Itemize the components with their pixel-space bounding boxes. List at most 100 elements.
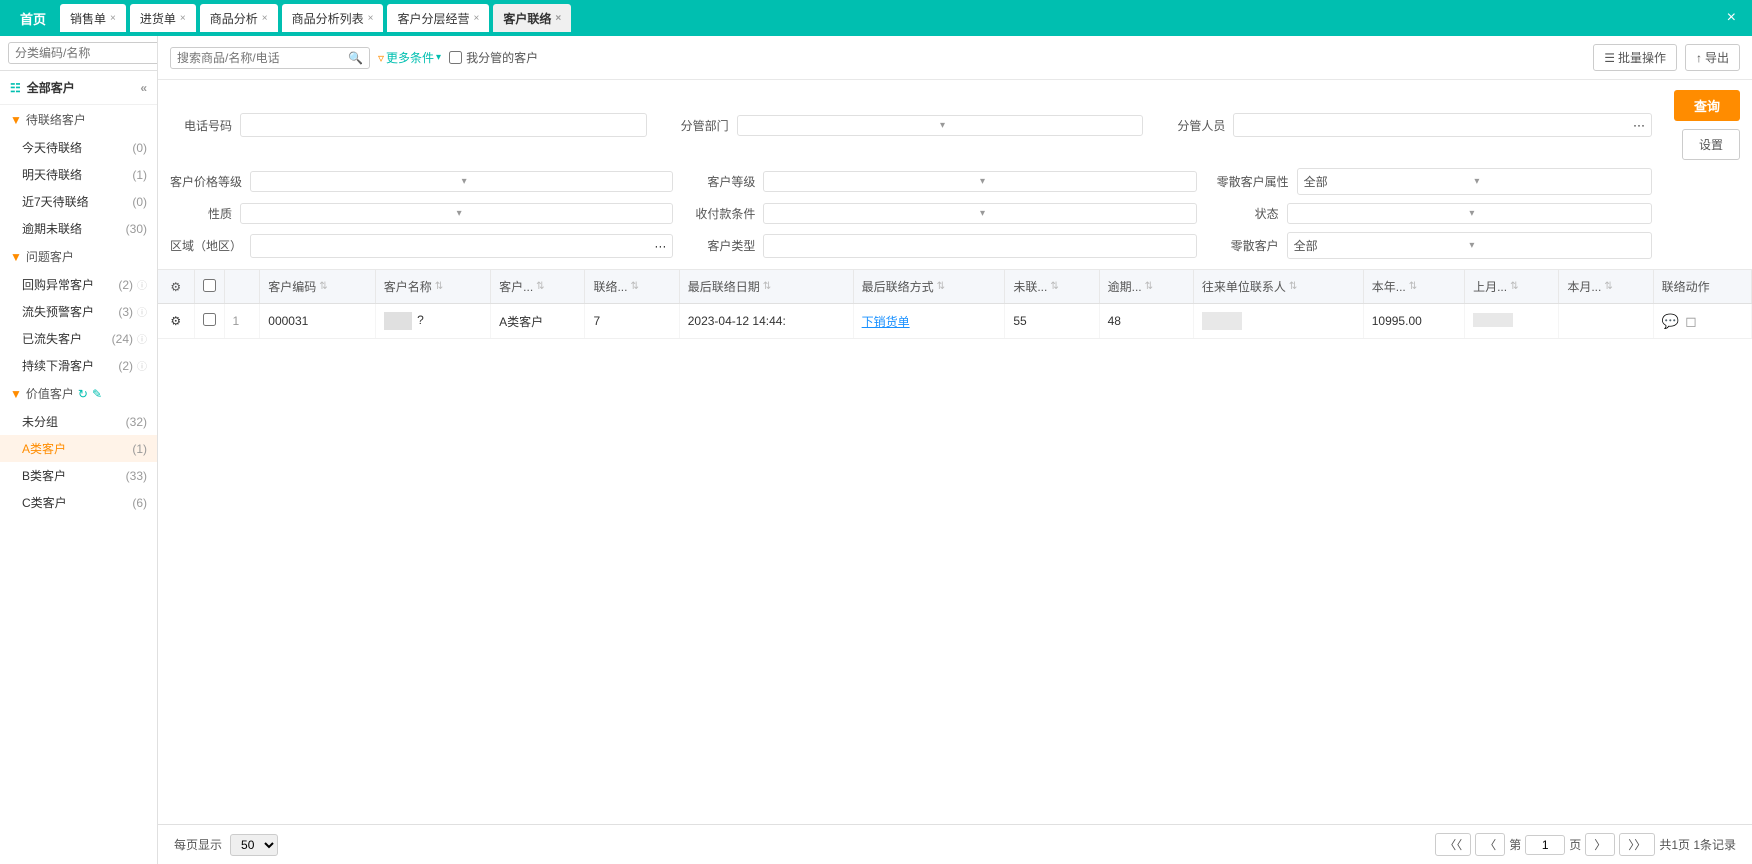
sidebar-item-class-c[interactable]: C类客户 (6) — [0, 489, 157, 516]
sort-icon-not-contacted: ⇅ — [1050, 281, 1058, 292]
sidebar-item-ungrouped[interactable]: 未分组 (32) — [0, 408, 157, 435]
th-contact[interactable]: 联络... ⇅ — [585, 270, 679, 304]
sidebar-item-overdue[interactable]: 逾期未联络 (30) — [0, 215, 157, 242]
setting-button[interactable]: 设置 — [1682, 129, 1740, 160]
close-tab-segment[interactable]: × — [473, 13, 479, 24]
sidebar-item-today[interactable]: 今天待联络 (0) — [0, 134, 157, 161]
section-problem-customers[interactable]: ▼ 问题客户 — [0, 242, 157, 271]
first-page-button[interactable]: 〈〈 — [1435, 833, 1471, 856]
close-tab-product[interactable]: × — [262, 13, 268, 24]
info-icon-4: ⓘ — [137, 358, 147, 373]
sidebar-all-customers-header[interactable]: ☷ 全部客户 « — [0, 71, 157, 105]
action-link-icon[interactable]: ◻ — [1685, 313, 1697, 330]
section-pending-contact[interactable]: ▼ 待联络客户 — [0, 105, 157, 134]
row-last-method[interactable]: 下销货单 — [853, 304, 1005, 339]
unit-contact-placeholder — [1202, 312, 1242, 330]
filter-search-icon[interactable]: 🔍 — [348, 51, 363, 65]
filter-search-input[interactable] — [177, 51, 348, 65]
sidebar-item-repurchase-abnormal[interactable]: 回购异常客户 (2) ⓘ — [0, 271, 157, 298]
sidebar-item-churn-warning[interactable]: 流失预警客户 (3) ⓘ — [0, 298, 157, 325]
tab-customer-contact[interactable]: 客户联络 × — [493, 4, 571, 32]
close-tab-purchase[interactable]: × — [180, 13, 186, 24]
select-payment[interactable]: ▾ — [763, 203, 1196, 224]
select-price-level[interactable]: ▾ — [250, 171, 673, 192]
sidebar-search-input[interactable] — [8, 42, 158, 64]
th-code[interactable]: 客户编码 ⇅ — [260, 270, 375, 304]
input-customer-type[interactable] — [763, 234, 1196, 258]
phone-input[interactable] — [247, 118, 640, 132]
th-check[interactable] — [194, 270, 224, 304]
close-tab-sales[interactable]: × — [110, 13, 116, 24]
select-retail-attr[interactable]: 全部 ▾ — [1297, 168, 1652, 195]
window-close-button[interactable]: × — [1719, 9, 1744, 27]
row-code[interactable]: 000031 — [260, 304, 375, 339]
dots-manager[interactable]: ··· — [1633, 118, 1645, 132]
input-phone[interactable] — [240, 113, 647, 137]
sort-icon-last-month: ⇅ — [1510, 281, 1518, 292]
select-all-checkbox[interactable] — [203, 279, 216, 292]
th-no — [224, 270, 260, 304]
th-last-month[interactable]: 上月... ⇅ — [1465, 270, 1559, 304]
query-button[interactable]: 查询 — [1674, 90, 1740, 121]
th-not-contacted[interactable]: 未联... ⇅ — [1005, 270, 1099, 304]
close-tab-product-list[interactable]: × — [368, 13, 374, 24]
th-overdue[interactable]: 逾期... ⇅ — [1099, 270, 1193, 304]
input-manager[interactable]: ··· — [1233, 113, 1652, 137]
manager-input[interactable] — [1240, 118, 1633, 132]
th-last-method[interactable]: 最后联络方式 ⇅ — [853, 270, 1005, 304]
customer-type-input[interactable] — [770, 239, 1189, 253]
th-type[interactable]: 客户... ⇅ — [491, 270, 585, 304]
field-customer-type: 客户类型 — [693, 234, 1216, 258]
close-tab-contact[interactable]: × — [555, 13, 561, 24]
filter-more-button[interactable]: ▿ 更多条件 ▾ — [378, 49, 441, 66]
prev-page-button[interactable]: 〈 — [1475, 833, 1505, 856]
last-page-button[interactable]: 〉〉 — [1619, 833, 1655, 856]
th-gear[interactable]: ⚙ — [158, 270, 194, 304]
caret-down-icon: ▾ — [436, 52, 441, 63]
sort-icon-unit: ⇅ — [1289, 281, 1297, 292]
sidebar-item-7days[interactable]: 近7天待联络 (0) — [0, 188, 157, 215]
select-status[interactable]: ▾ — [1287, 203, 1652, 224]
sidebar-item-class-a[interactable]: A类客户 (1) — [0, 435, 157, 462]
next-page-button[interactable]: 〉 — [1585, 833, 1615, 856]
select-retail-customer[interactable]: 全部 ▾ — [1287, 232, 1652, 259]
tab-product-analysis[interactable]: 商品分析 × — [200, 4, 278, 32]
th-this-year[interactable]: 本年... ⇅ — [1363, 270, 1464, 304]
input-region[interactable]: ··· — [250, 234, 673, 258]
tab-product-analysis-list[interactable]: 商品分析列表 × — [282, 4, 384, 32]
th-last-date[interactable]: 最后联络日期 ⇅ — [679, 270, 853, 304]
nav-home[interactable]: 首页 — [8, 0, 58, 36]
my-customers-check[interactable] — [449, 51, 462, 64]
th-name[interactable]: 客户名称 ⇅ — [375, 270, 490, 304]
batch-ops-button[interactable]: ☰ 批量操作 — [1593, 44, 1677, 71]
edit-icon[interactable]: ✎ — [92, 387, 102, 401]
row-actions: 💬 ◻ — [1653, 304, 1751, 339]
action-chat-icon[interactable]: 💬 — [1662, 313, 1679, 330]
section-value-customers[interactable]: ▼ 价值客户 ↻ ✎ — [0, 379, 157, 408]
th-this-month[interactable]: 本月... ⇅ — [1559, 270, 1653, 304]
select-dept[interactable]: ▾ — [737, 115, 1144, 136]
sidebar-item-tomorrow[interactable]: 明天待联络 (1) — [0, 161, 157, 188]
dots-region[interactable]: ··· — [654, 239, 666, 253]
sidebar-item-churned[interactable]: 已流失客户 (24) ⓘ — [0, 325, 157, 352]
caret-level: ▾ — [980, 176, 1190, 187]
select-nature[interactable]: ▾ — [240, 203, 673, 224]
region-input[interactable] — [257, 239, 654, 253]
refresh-icon[interactable]: ↻ — [78, 387, 88, 401]
page-number-input[interactable] — [1525, 835, 1565, 855]
export-button[interactable]: ↑ 导出 — [1685, 44, 1740, 71]
tab-sales-order[interactable]: 销售单 × — [60, 4, 126, 32]
sidebar-item-class-b[interactable]: B类客户 (33) — [0, 462, 157, 489]
page-size-select[interactable]: 50 — [230, 834, 278, 856]
row-check[interactable] — [194, 304, 224, 339]
my-customers-checkbox[interactable]: 我分管的客户 — [449, 49, 538, 66]
row-checkbox[interactable] — [203, 313, 216, 326]
select-customer-level[interactable]: ▾ — [763, 171, 1196, 192]
tab-customer-segmentation[interactable]: 客户分层经营 × — [387, 4, 489, 32]
th-unit-contact[interactable]: 往来单位联系人 ⇅ — [1193, 270, 1363, 304]
caret-nature: ▾ — [457, 208, 667, 219]
collapse-icon[interactable]: « — [140, 81, 147, 95]
tab-purchase-order[interactable]: 进货单 × — [130, 4, 196, 32]
sidebar-item-declining[interactable]: 持续下滑客户 (2) ⓘ — [0, 352, 157, 379]
row-gear[interactable]: ⚙ — [158, 304, 194, 339]
